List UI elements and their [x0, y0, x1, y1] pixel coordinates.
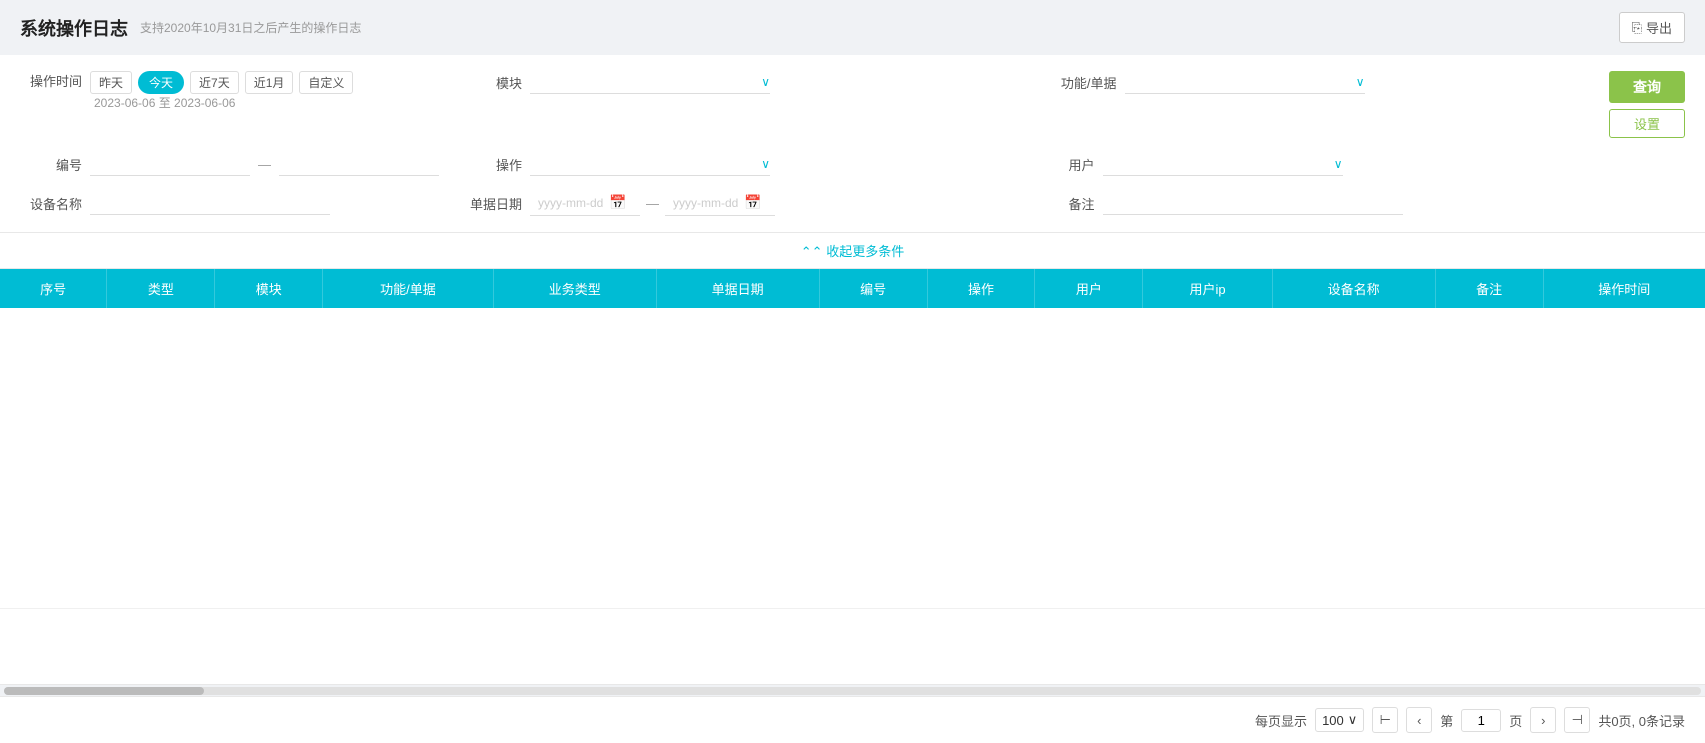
time-range-display: 2023-06-06 至 2023-06-06 — [94, 94, 353, 111]
code-label: 编号 — [20, 155, 90, 174]
col-user: 用户 — [1035, 269, 1143, 308]
scrollbar-thumb[interactable] — [4, 687, 204, 695]
page-subtitle: 支持2020年10月31日之后产生的操作日志 — [140, 19, 361, 36]
table-header-row: 序号 类型 模块 功能/单据 业务类型 单据日期 编号 操作 用户 用户ip 设… — [0, 269, 1705, 308]
module-select[interactable]: ∨ — [530, 71, 770, 94]
first-page-button[interactable]: ⊢ — [1372, 707, 1398, 733]
col-remark: 备注 — [1435, 269, 1543, 308]
device-input[interactable] — [90, 191, 330, 215]
device-label: 设备名称 — [20, 194, 90, 213]
data-table: 序号 类型 模块 功能/单据 业务类型 单据日期 编号 操作 用户 用户ip 设… — [0, 269, 1705, 609]
col-user-ip: 用户ip — [1143, 269, 1272, 308]
export-label: 导出 — [1646, 18, 1672, 37]
calendar-start-icon[interactable]: 📅 — [609, 194, 626, 211]
operation-select-value — [530, 162, 757, 166]
function-chevron-icon: ∨ — [1356, 75, 1365, 89]
date-dash: — — [646, 196, 659, 211]
time-btn-7days[interactable]: 近7天 — [190, 71, 239, 94]
module-label: 模块 — [460, 73, 530, 92]
function-select-value — [1125, 80, 1352, 84]
filter-area: 操作时间 昨天 今天 近7天 近1月 自定义 2023-06-06 至 2023… — [0, 55, 1705, 233]
operation-chevron-icon: ∨ — [761, 157, 770, 171]
col-biz-type: 业务类型 — [493, 269, 656, 308]
time-filter: 昨天 今天 近7天 近1月 自定义 2023-06-06 至 2023-06-0… — [90, 71, 353, 111]
module-select-value — [530, 80, 757, 84]
title-area: 系统操作日志 支持2020年10月31日之后产生的操作日志 — [20, 15, 361, 41]
doc-date-label: 单据日期 — [460, 194, 530, 213]
doc-date-end-text: yyyy-mm-dd — [673, 196, 738, 210]
col-doc-date: 单据日期 — [656, 269, 819, 308]
time-label: 操作时间 — [20, 71, 90, 90]
page-header: 系统操作日志 支持2020年10月31日之后产生的操作日志 ⎘ 导出 — [0, 0, 1705, 55]
operation-label: 操作 — [460, 155, 530, 174]
doc-date-end-input[interactable]: yyyy-mm-dd 📅 — [665, 190, 775, 216]
next-page-button[interactable]: › — [1530, 707, 1556, 733]
action-buttons: 查询 设置 — [1609, 71, 1685, 138]
page-word-label: 第 — [1440, 711, 1453, 730]
time-btn-yesterday[interactable]: 昨天 — [90, 71, 132, 94]
remark-label: 备注 — [1013, 194, 1103, 213]
time-btn-custom[interactable]: 自定义 — [299, 71, 353, 94]
time-btn-today[interactable]: 今天 — [138, 71, 184, 94]
page-size-label: 每页显示 — [1255, 711, 1307, 730]
time-btn-1month[interactable]: 近1月 — [245, 71, 294, 94]
horizontal-scrollbar[interactable] — [0, 684, 1705, 696]
export-button[interactable]: ⎘ 导出 — [1619, 12, 1685, 43]
col-device: 设备名称 — [1272, 269, 1435, 308]
doc-date-start-text: yyyy-mm-dd — [538, 196, 603, 210]
function-label: 功能/单据 — [1035, 73, 1125, 92]
user-label: 用户 — [1013, 155, 1103, 174]
col-type: 类型 — [107, 269, 215, 308]
col-code: 编号 — [819, 269, 927, 308]
settings-button[interactable]: 设置 — [1609, 109, 1685, 138]
page-title: 系统操作日志 — [20, 15, 128, 41]
page-size-select[interactable]: 100 ∨ — [1315, 708, 1364, 732]
collapse-icon: ⌃⌃ — [801, 244, 826, 259]
col-seq: 序号 — [0, 269, 107, 308]
export-icon: ⎘ — [1632, 20, 1642, 36]
col-op-time: 操作时间 — [1543, 269, 1705, 308]
pagination-bar: 每页显示 100 ∨ ⊢ ‹ 第 页 › ⊣ 共0页, 0条记录 — [0, 696, 1705, 743]
page-size-value: 100 — [1322, 713, 1344, 728]
query-button[interactable]: 查询 — [1609, 71, 1685, 103]
last-page-button[interactable]: ⊣ — [1564, 707, 1590, 733]
scrollbar-track[interactable] — [4, 687, 1701, 695]
function-select[interactable]: ∨ — [1125, 71, 1365, 94]
page-size-chevron-icon: ∨ — [1348, 712, 1358, 728]
operation-select[interactable]: ∨ — [530, 153, 770, 176]
col-function: 功能/单据 — [323, 269, 494, 308]
user-select[interactable]: ∨ — [1103, 153, 1343, 176]
user-chevron-icon: ∨ — [1334, 157, 1343, 171]
page-unit-label: 页 — [1509, 711, 1522, 730]
remark-input[interactable] — [1103, 191, 1403, 215]
calendar-end-icon[interactable]: 📅 — [744, 194, 761, 211]
module-chevron-icon: ∨ — [761, 75, 770, 89]
prev-page-button[interactable]: ‹ — [1406, 707, 1432, 733]
page-number-input[interactable] — [1461, 709, 1501, 732]
code-input-end[interactable] — [279, 152, 439, 176]
total-info: 共0页, 0条记录 — [1598, 711, 1685, 730]
col-operation: 操作 — [927, 269, 1035, 308]
table-container: 序号 类型 模块 功能/单据 业务类型 单据日期 编号 操作 用户 用户ip 设… — [0, 269, 1705, 684]
collapse-label: 收起更多条件 — [826, 244, 904, 259]
user-select-value — [1103, 162, 1330, 166]
col-module: 模块 — [215, 269, 323, 308]
doc-date-range: yyyy-mm-dd 📅 — yyyy-mm-dd 📅 — [530, 190, 775, 216]
empty-data-area — [0, 308, 1705, 608]
code-input-start[interactable] — [90, 152, 250, 176]
doc-date-start-input[interactable]: yyyy-mm-dd 📅 — [530, 190, 640, 216]
collapse-bar[interactable]: ⌃⌃ 收起更多条件 — [0, 233, 1705, 269]
code-dash: — — [258, 157, 271, 172]
